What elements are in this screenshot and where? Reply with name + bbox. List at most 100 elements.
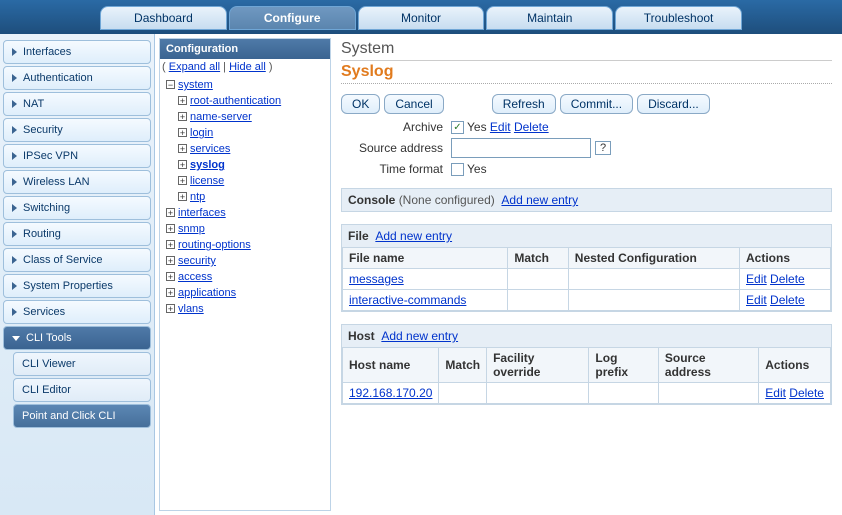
- table-header-row: Host name Match Facility override Log pr…: [343, 348, 831, 383]
- cell-match: [508, 269, 568, 290]
- time-format-checkbox[interactable]: [451, 163, 464, 176]
- chevron-right-icon: [12, 178, 17, 186]
- tree-toggle-icon[interactable]: −: [166, 80, 175, 89]
- tree-node-snmp[interactable]: snmp: [178, 223, 205, 235]
- sidebar-item-services[interactable]: Services: [3, 300, 151, 324]
- source-address-label: Source address: [341, 141, 451, 155]
- sidebar-item-switching[interactable]: Switching: [3, 196, 151, 220]
- chevron-right-icon: [12, 230, 17, 238]
- tree-toggle-icon[interactable]: +: [166, 288, 175, 297]
- col-actions: Actions: [759, 348, 831, 383]
- row-edit-link[interactable]: Edit: [746, 272, 767, 286]
- tree-toggle-icon[interactable]: +: [178, 192, 187, 201]
- tree-expand-all[interactable]: Expand all: [169, 61, 220, 73]
- tree-node-access[interactable]: access: [178, 271, 212, 283]
- sidebar-item-cli-editor[interactable]: CLI Editor: [13, 378, 151, 402]
- tree-node-interfaces[interactable]: interfaces: [178, 207, 226, 219]
- tree-toggle-icon[interactable]: +: [166, 304, 175, 313]
- host-name-link[interactable]: 192.168.170.20: [349, 386, 432, 400]
- sidebar-item-cli-tools[interactable]: CLI Tools: [3, 326, 151, 350]
- col-actions: Actions: [740, 248, 831, 269]
- archive-checkbox[interactable]: [451, 121, 464, 134]
- sidebar-item-ipsec-vpn[interactable]: IPSec VPN: [3, 144, 151, 168]
- tree-toggle-icon[interactable]: +: [178, 128, 187, 137]
- tree-node-routing-options[interactable]: routing-options: [178, 239, 251, 251]
- tree-toggle-icon[interactable]: +: [166, 272, 175, 281]
- tab-configure[interactable]: Configure: [229, 6, 356, 30]
- tree-node-ntp[interactable]: ntp: [190, 191, 205, 203]
- tree-node-name-server[interactable]: name-server: [190, 111, 252, 123]
- ok-button[interactable]: OK: [341, 94, 380, 114]
- chevron-right-icon: [12, 74, 17, 82]
- row-delete-link[interactable]: Delete: [770, 272, 805, 286]
- tree-toggle-icon[interactable]: +: [166, 208, 175, 217]
- console-add-link[interactable]: Add new entry: [501, 193, 578, 207]
- sidebar-item-nat[interactable]: NAT: [3, 92, 151, 116]
- archive-label: Archive: [341, 120, 451, 134]
- tree-node-services[interactable]: services: [190, 143, 230, 155]
- row-delete-link[interactable]: Delete: [770, 293, 805, 307]
- tab-dashboard[interactable]: Dashboard: [100, 6, 227, 30]
- archive-yes-text: Yes: [467, 120, 487, 134]
- col-match: Match: [439, 348, 487, 383]
- tree-toggle-icon[interactable]: +: [178, 96, 187, 105]
- file-section: File Add new entry File name Match Neste…: [341, 224, 832, 312]
- tree-node-root-authentication[interactable]: root-authentication: [190, 95, 281, 107]
- row-edit-link[interactable]: Edit: [765, 386, 786, 400]
- tab-maintain[interactable]: Maintain: [486, 6, 613, 30]
- sidebar-item-authentication[interactable]: Authentication: [3, 66, 151, 90]
- host-add-link[interactable]: Add new entry: [381, 329, 458, 343]
- tree-node-system[interactable]: system: [178, 79, 213, 91]
- tree-node-applications[interactable]: applications: [178, 287, 236, 299]
- tree-toggle-icon[interactable]: +: [178, 160, 187, 169]
- tree-node-login[interactable]: login: [190, 127, 213, 139]
- cancel-button[interactable]: Cancel: [384, 94, 443, 114]
- tree-toggle-icon[interactable]: +: [166, 240, 175, 249]
- tree-header: Configuration: [160, 39, 330, 59]
- refresh-button[interactable]: Refresh: [492, 94, 556, 114]
- source-address-input[interactable]: [451, 138, 591, 158]
- row-delete-link[interactable]: Delete: [789, 386, 824, 400]
- console-status: (None configured): [399, 193, 495, 207]
- section-title: Syslog: [341, 63, 832, 84]
- sidebar-item-class-of-service[interactable]: Class of Service: [3, 248, 151, 272]
- tree-node-security[interactable]: security: [178, 255, 216, 267]
- cell-nested: [568, 290, 739, 311]
- archive-delete-link[interactable]: Delete: [514, 120, 549, 134]
- tree-node-syslog[interactable]: syslog: [190, 159, 225, 171]
- tree-node-vlans[interactable]: vlans: [178, 303, 204, 315]
- row-edit-link[interactable]: Edit: [746, 293, 767, 307]
- tree-toggle-icon[interactable]: +: [178, 112, 187, 121]
- col-source: Source address: [658, 348, 758, 383]
- sidebar-item-security[interactable]: Security: [3, 118, 151, 142]
- tab-monitor[interactable]: Monitor: [358, 6, 485, 30]
- tree-hide-all[interactable]: Hide all: [229, 61, 266, 73]
- commit-button[interactable]: Commit...: [560, 94, 633, 114]
- help-icon[interactable]: ?: [595, 141, 611, 155]
- tab-troubleshoot[interactable]: Troubleshoot: [615, 6, 742, 30]
- table-header-row: File name Match Nested Configuration Act…: [343, 248, 831, 269]
- file-title: File: [348, 229, 369, 243]
- tree-toggle-icon[interactable]: +: [166, 256, 175, 265]
- sidebar-item-routing[interactable]: Routing: [3, 222, 151, 246]
- chevron-right-icon: [12, 152, 17, 160]
- file-name-link[interactable]: interactive-commands: [349, 293, 466, 307]
- sidebar-item-interfaces[interactable]: Interfaces: [3, 40, 151, 64]
- discard-button[interactable]: Discard...: [637, 94, 710, 114]
- archive-edit-link[interactable]: Edit: [490, 120, 511, 134]
- file-name-link[interactable]: messages: [349, 272, 404, 286]
- host-section: Host Add new entry Host name Match Facil…: [341, 324, 832, 405]
- sidebar-item-cli-viewer[interactable]: CLI Viewer: [13, 352, 151, 376]
- tree-toggle-icon[interactable]: +: [178, 144, 187, 153]
- sidebar-item-point-and-click-cli[interactable]: Point and Click CLI: [13, 404, 151, 428]
- chevron-right-icon: [12, 48, 17, 56]
- sidebar-item-system-properties[interactable]: System Properties: [3, 274, 151, 298]
- tree-toggle-icon[interactable]: +: [178, 176, 187, 185]
- console-title: Console: [348, 193, 395, 207]
- file-add-link[interactable]: Add new entry: [375, 229, 452, 243]
- tree-node-license[interactable]: license: [190, 175, 224, 187]
- col-nested: Nested Configuration: [568, 248, 739, 269]
- page-title: System: [341, 40, 832, 61]
- sidebar-item-wireless-lan[interactable]: Wireless LAN: [3, 170, 151, 194]
- tree-toggle-icon[interactable]: +: [166, 224, 175, 233]
